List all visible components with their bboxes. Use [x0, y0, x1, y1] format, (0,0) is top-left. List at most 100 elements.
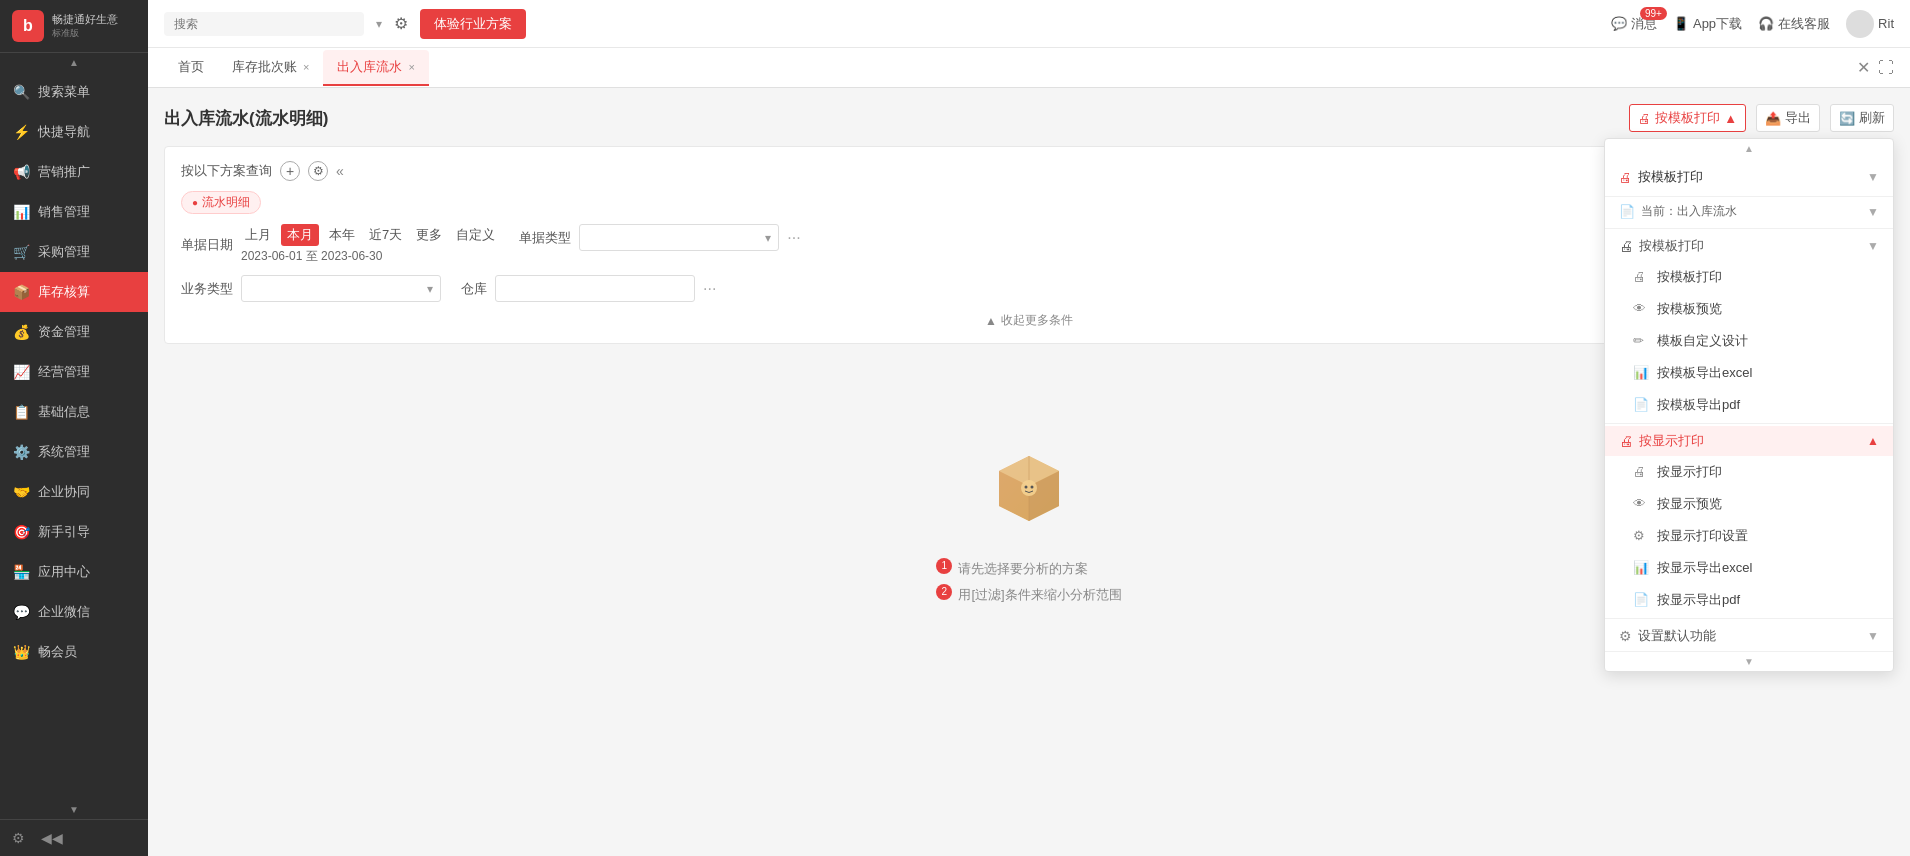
sidebar-item-quicknav[interactable]: ⚡ 快捷导航 [0, 112, 148, 152]
sidebar-bottom: ⚙ ◀◀ [0, 819, 148, 856]
defaults-section-collapse-icon[interactable]: ▼ [1867, 629, 1879, 643]
filter-doctype-more[interactable]: ··· [787, 229, 800, 247]
sidebar-item-system[interactable]: ⚙️ 系统管理 [0, 432, 148, 472]
filter-warehouse-input[interactable] [495, 275, 695, 302]
sidebar-item-vip[interactable]: 👑 畅会员 [0, 632, 148, 672]
sidebar-item-search[interactable]: 🔍 搜索菜单 [0, 72, 148, 112]
sidebar-nav: 🔍 搜索菜单 ⚡ 快捷导航 📢 营销推广 📊 销售管理 🛒 采购管理 📦 库存核… [0, 72, 148, 800]
dropdown-item-display-pdf[interactable]: 📄 按显示导出pdf [1605, 584, 1893, 616]
filter-settings-button[interactable]: ⚙ [308, 161, 328, 181]
dropdown-section-display[interactable]: 🖨 按显示打印 ▲ [1605, 426, 1893, 456]
sidebar-item-appstore[interactable]: 🏪 应用中心 [0, 552, 148, 592]
filter-collapse-icon[interactable]: « [336, 163, 344, 179]
topbar-gear-icon[interactable]: ⚙ [394, 14, 408, 33]
page-actions: 🖨 按模板打印 ▲ 📤 导出 🔄 刷新 [1629, 104, 1894, 132]
dropdown-item-display-print[interactable]: 🖨 按显示打印 [1605, 456, 1893, 488]
refresh-button[interactable]: 🔄 刷新 [1830, 104, 1894, 132]
date-opt-7days[interactable]: 近7天 [365, 224, 406, 246]
sidebar-item-sales[interactable]: 📊 销售管理 [0, 192, 148, 232]
print-button[interactable]: 🖨 按模板打印 ▲ [1629, 104, 1746, 132]
dropdown-current-icon: 📄 [1619, 204, 1635, 219]
operation-icon: 📈 [12, 363, 30, 381]
wechat-icon: 💬 [12, 603, 30, 621]
sidebar-item-wechat[interactable]: 💬 企业微信 [0, 592, 148, 632]
filter-doctype-select[interactable] [579, 224, 779, 251]
empty-steps: 1 请先选择要分析的方案 2 用[过滤]条件来缩小分析范围 [936, 556, 1121, 608]
topbar-search-input[interactable] [164, 12, 364, 36]
window-close-icon[interactable]: ✕ [1857, 58, 1870, 77]
dropdown-item-display-settings[interactable]: ⚙ 按显示打印设置 [1605, 520, 1893, 552]
filter-biztype-select[interactable] [241, 275, 441, 302]
system-icon: ⚙️ [12, 443, 30, 461]
date-opt-more[interactable]: 更多 [412, 224, 446, 246]
topbar-messages[interactable]: 💬 消息 99+ [1611, 15, 1657, 33]
logo-icon: b [12, 10, 44, 42]
sidebar-item-enterprise[interactable]: 🤝 企业协同 [0, 472, 148, 512]
dropdown-scroll-down[interactable]: ▼ [1605, 651, 1893, 671]
dropdown-section-defaults[interactable]: ⚙ 设置默认功能 ▼ [1605, 621, 1893, 651]
filter-biztype-wrap [241, 275, 441, 302]
sidebar-item-finance[interactable]: 💰 资金管理 [0, 312, 148, 352]
tab-home[interactable]: 首页 [164, 50, 218, 86]
sidebar-settings-btn[interactable]: ⚙ [12, 830, 25, 846]
appstore-icon: 🏪 [12, 563, 30, 581]
tab-flow-close[interactable]: × [408, 61, 414, 73]
tab-batch[interactable]: 库存批次账 × [218, 50, 323, 86]
sidebar-item-marketing[interactable]: 📢 营销推广 [0, 152, 148, 192]
dropdown-item-template-customize[interactable]: ✏ 模板自定义设计 [1605, 325, 1893, 357]
topbar-right-actions: 💬 消息 99+ 📱 App下载 🎧 在线客服 Rit [1611, 10, 1894, 38]
topbar-chevron-icon[interactable]: ▾ [376, 17, 382, 31]
marketing-icon: 📢 [12, 163, 30, 181]
dropdown-scroll-up[interactable]: ▲ [1605, 139, 1893, 158]
dropdown-item-template-pdf[interactable]: 📄 按模板导出pdf [1605, 389, 1893, 421]
tab-flow[interactable]: 出入库流水 × [323, 50, 428, 86]
date-opt-last-month[interactable]: 上月 [241, 224, 275, 246]
sidebar-scroll-down[interactable]: ▼ [0, 800, 148, 819]
topbar-user[interactable]: Rit [1846, 10, 1894, 38]
sidebar-scroll-up[interactable]: ▲ [0, 53, 148, 72]
tab-home-label: 首页 [178, 58, 204, 76]
filter-warehouse-more[interactable]: ··· [703, 280, 716, 298]
sidebar-item-guide[interactable]: 🎯 新手引导 [0, 512, 148, 552]
template-print-icon: 🖨 [1619, 238, 1633, 254]
dropdown-item-template-excel[interactable]: 📊 按模板导出excel [1605, 357, 1893, 389]
sidebar-item-purchase[interactable]: 🛒 采购管理 [0, 232, 148, 272]
window-maximize-icon[interactable]: ⛶ [1878, 59, 1894, 77]
date-opt-custom[interactable]: 自定义 [452, 224, 499, 246]
dropdown-divider-1 [1605, 228, 1893, 229]
sidebar-item-label: 库存核算 [38, 283, 90, 301]
dropdown-current-arrow[interactable]: ▼ [1867, 205, 1879, 219]
filter-date-item: 单据日期 上月 本月 本年 近7天 更多 自定义 2023-06-01 至 20… [181, 224, 499, 265]
dropdown-item-template-preview[interactable]: 👁 按模板预览 [1605, 293, 1893, 325]
logo-badge: 标准版 [52, 27, 118, 40]
display-section-collapse-icon[interactable]: ▲ [1867, 434, 1879, 448]
sidebar-item-label: 企业微信 [38, 603, 90, 621]
sidebar-collapse-btn[interactable]: ◀◀ [41, 830, 63, 846]
dropdown-item-display-preview[interactable]: 👁 按显示预览 [1605, 488, 1893, 520]
topbar-online-service[interactable]: 🎧 在线客服 [1758, 15, 1830, 33]
filter-tag-active[interactable]: ● 流水明细 [181, 191, 261, 214]
dropdown-item-template-print[interactable]: 🖨 按模板打印 [1605, 261, 1893, 293]
filter-biztype-label: 业务类型 [181, 280, 233, 298]
sidebar-item-inventory[interactable]: 📦 库存核算 [0, 272, 148, 312]
topbar-trial-button[interactable]: 体验行业方案 [420, 9, 526, 39]
template-section-collapse-icon[interactable]: ▼ [1867, 239, 1879, 253]
dropdown-title-text: 按模板打印 [1638, 168, 1703, 186]
date-opt-this-year[interactable]: 本年 [325, 224, 359, 246]
date-opt-this-month[interactable]: 本月 [281, 224, 319, 246]
filter-add-button[interactable]: + [280, 161, 300, 181]
dropdown-arrow-icon[interactable]: ▼ [1867, 170, 1879, 184]
dropdown-divider-2 [1605, 423, 1893, 424]
filter-collapse-link[interactable]: ▲ 收起更多条件 [985, 312, 1073, 329]
sidebar-item-basic[interactable]: 📋 基础信息 [0, 392, 148, 432]
export-button[interactable]: 📤 导出 [1756, 104, 1820, 132]
topbar-app-download[interactable]: 📱 App下载 [1673, 15, 1742, 33]
dropdown-panel: ▲ 🖨 按模板打印 ▼ 📄 当前：出入库流水 ▼ 🖨 [1604, 138, 1894, 672]
main-area: ▾ ⚙ 体验行业方案 💬 消息 99+ 📱 App下载 🎧 在线客服 Rit [148, 0, 1910, 856]
dropdown-item-display-excel[interactable]: 📊 按显示导出excel [1605, 552, 1893, 584]
sidebar-item-operation[interactable]: 📈 经营管理 [0, 352, 148, 392]
tab-batch-close[interactable]: × [303, 61, 309, 73]
dropdown-section-template[interactable]: 🖨 按模板打印 ▼ [1605, 231, 1893, 261]
inventory-icon: 📦 [12, 283, 30, 301]
dropdown-current-label: 当前：出入库流水 [1641, 203, 1737, 220]
